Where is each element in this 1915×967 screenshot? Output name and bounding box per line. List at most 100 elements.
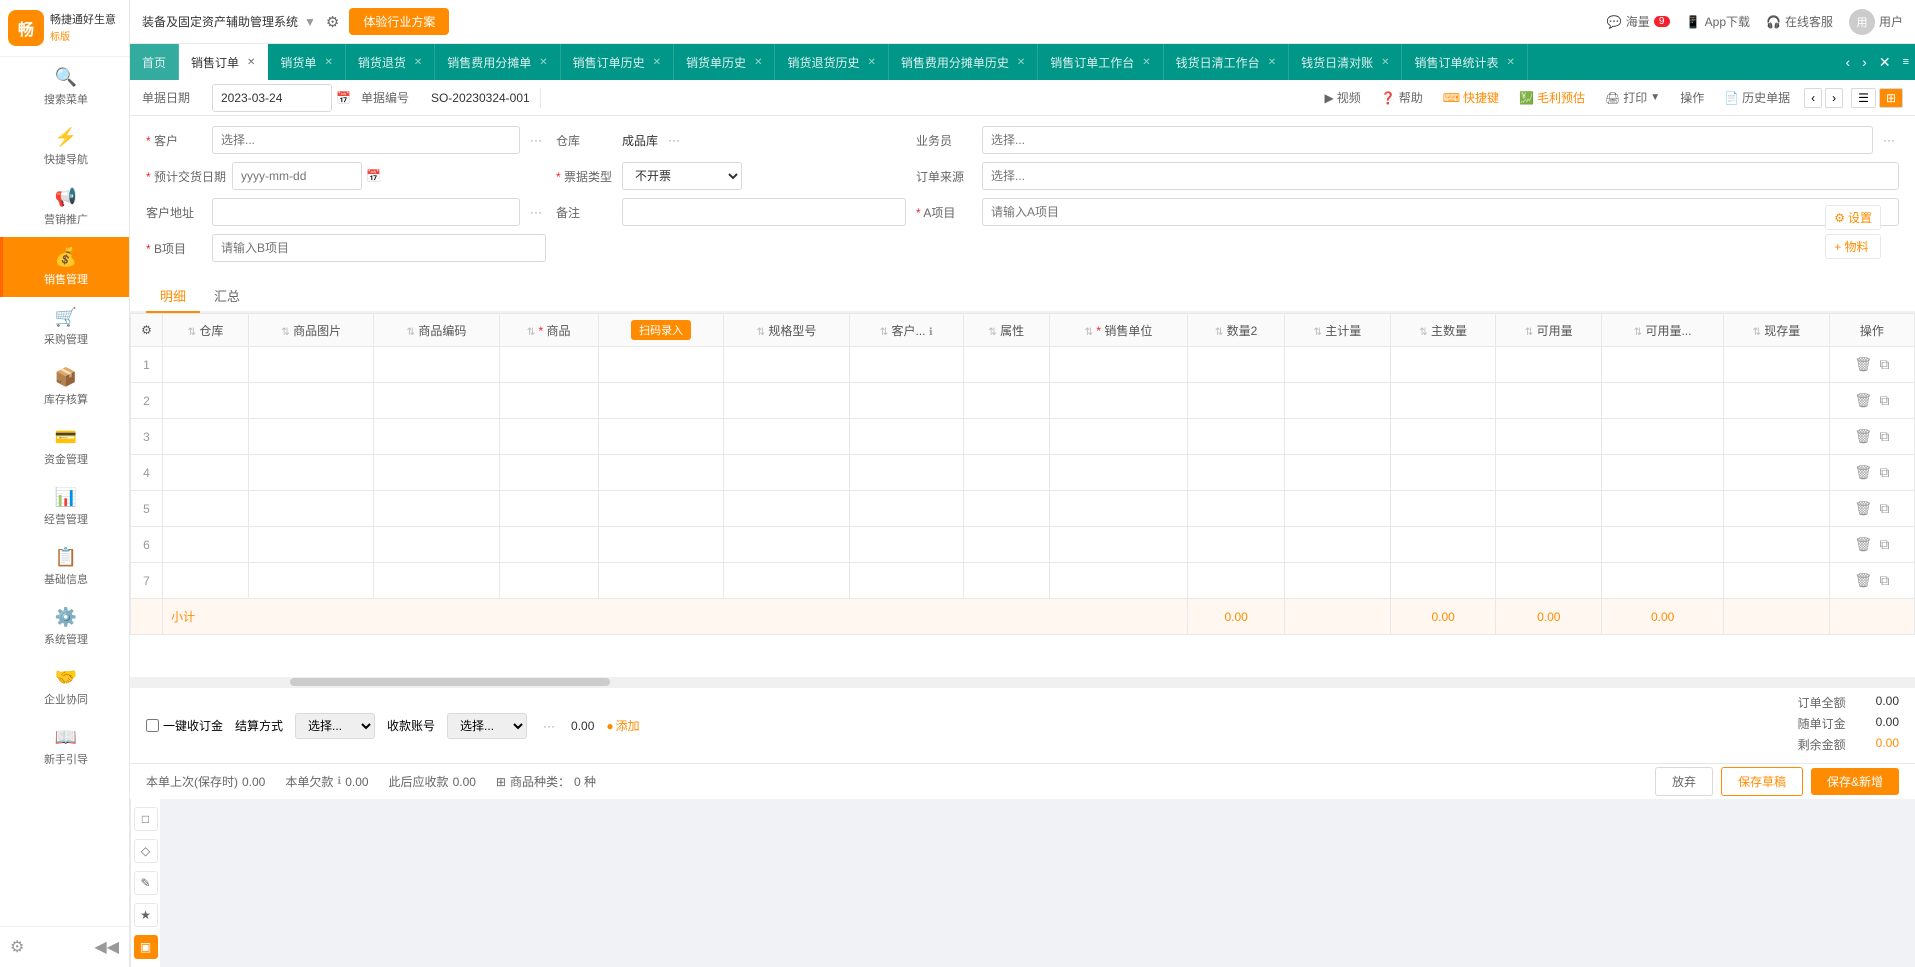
warehouse-expand-icon[interactable]: ··· bbox=[664, 133, 684, 147]
b-project-input[interactable] bbox=[212, 234, 546, 262]
row-1-attr[interactable] bbox=[963, 347, 1049, 383]
tab-order-workbench[interactable]: 销售订单工作台 ✕ bbox=[1038, 44, 1163, 80]
row-3-warehouse[interactable] bbox=[163, 419, 249, 455]
row-2-warehouse[interactable] bbox=[163, 383, 249, 419]
row-3-code[interactable] bbox=[374, 419, 499, 455]
row-5-image[interactable] bbox=[249, 491, 374, 527]
row-3-spec[interactable] bbox=[724, 419, 849, 455]
row-6-code[interactable] bbox=[374, 527, 499, 563]
add-payment-button[interactable]: ● 添加 bbox=[606, 717, 639, 734]
row-1-product[interactable] bbox=[499, 347, 598, 383]
row-7-warehouse[interactable] bbox=[163, 563, 249, 599]
customer-address-input[interactable] bbox=[212, 198, 520, 226]
address-expand-icon[interactable]: ··· bbox=[526, 205, 546, 219]
row-6-main-qty[interactable] bbox=[1390, 527, 1496, 563]
tab-close-icon-3[interactable]: ✕ bbox=[414, 57, 422, 68]
sidebar-item-sales[interactable]: 💰 销售管理 bbox=[0, 237, 129, 297]
row-7-available2[interactable] bbox=[1602, 563, 1724, 599]
table-container[interactable]: ⚙ ⇅ 仓库 ⇅ 商品图片 ⇅ 商品编码 bbox=[130, 313, 1915, 677]
row-3-product[interactable] bbox=[499, 419, 598, 455]
row-6-image[interactable] bbox=[249, 527, 374, 563]
operation-button[interactable]: 操作 bbox=[1674, 86, 1710, 109]
solution-button[interactable]: 体验行业方案 bbox=[349, 8, 449, 35]
sub-tab-detail[interactable]: 明细 bbox=[146, 280, 200, 313]
row-6-available2[interactable] bbox=[1602, 527, 1724, 563]
sidebar-item-system[interactable]: ⚙️ 系统管理 bbox=[0, 597, 129, 657]
sidebar-item-finance[interactable]: 💳 资金管理 bbox=[0, 417, 129, 477]
tab-close-icon[interactable]: ✕ bbox=[247, 57, 255, 68]
row-2-product[interactable] bbox=[499, 383, 598, 419]
row-3-customer-code[interactable] bbox=[849, 419, 963, 455]
row-3-attr[interactable] bbox=[963, 419, 1049, 455]
tab-next-button[interactable]: › bbox=[1856, 54, 1873, 70]
row-7-main-qty[interactable] bbox=[1390, 563, 1496, 599]
row-4-copy-icon[interactable]: ⧉ bbox=[1877, 462, 1891, 482]
app-download-button[interactable]: 📱 App下载 bbox=[1686, 13, 1750, 30]
row-4-available2[interactable] bbox=[1602, 455, 1724, 491]
tab-close-icon-11[interactable]: ✕ bbox=[1381, 57, 1389, 68]
row-6-product[interactable] bbox=[499, 527, 598, 563]
date-input[interactable] bbox=[212, 84, 332, 112]
add-material-button[interactable]: + 物料 bbox=[1825, 234, 1881, 259]
payment-method-select[interactable]: 选择... bbox=[295, 713, 375, 739]
tab-list-button[interactable]: ≡ bbox=[1897, 56, 1915, 68]
tab-return-history[interactable]: 销货退货历史 ✕ bbox=[775, 44, 888, 80]
messages-button[interactable]: 💬 海量 9 bbox=[1607, 13, 1670, 30]
user-menu-button[interactable]: 用 用户 bbox=[1849, 9, 1903, 35]
tab-close-icon-7[interactable]: ✕ bbox=[867, 57, 875, 68]
row-2-delete-icon[interactable]: 🗑 bbox=[1852, 390, 1874, 410]
row-6-unit[interactable] bbox=[1049, 527, 1187, 563]
row-5-product[interactable] bbox=[499, 491, 598, 527]
shortcut-button[interactable]: ⌨ 快捷键 bbox=[1437, 86, 1505, 109]
row-4-image[interactable] bbox=[249, 455, 374, 491]
row-6-customer-code[interactable] bbox=[849, 527, 963, 563]
tab-home[interactable]: 首页 bbox=[130, 44, 179, 80]
tab-sales-order-history[interactable]: 销售订单历史 ✕ bbox=[561, 44, 674, 80]
history-button[interactable]: 📄 历史单据 bbox=[1718, 86, 1796, 109]
row-5-unit[interactable] bbox=[1049, 491, 1187, 527]
row-5-delete-icon[interactable]: 🗑 bbox=[1852, 498, 1874, 518]
row-2-available[interactable] bbox=[1496, 383, 1602, 419]
customer-input[interactable] bbox=[212, 126, 520, 154]
row-5-main-unit[interactable] bbox=[1285, 491, 1391, 527]
online-support-button[interactable]: 🎧 在线客服 bbox=[1766, 13, 1833, 30]
row-5-stock[interactable] bbox=[1724, 491, 1830, 527]
tab-expense-history[interactable]: 销售费用分摊单历史 ✕ bbox=[889, 44, 1038, 80]
row-1-customer-code[interactable] bbox=[849, 347, 963, 383]
settings-button[interactable]: ⚙ 设置 bbox=[1825, 205, 1881, 230]
row-5-available[interactable] bbox=[1496, 491, 1602, 527]
row-2-code[interactable] bbox=[374, 383, 499, 419]
tab-sales-invoice[interactable]: 销货单 ✕ bbox=[268, 44, 345, 80]
row-6-delete-icon[interactable]: 🗑 bbox=[1852, 534, 1874, 554]
row-7-customer-code[interactable] bbox=[849, 563, 963, 599]
row-4-delete-icon[interactable]: 🗑 bbox=[1852, 462, 1874, 482]
row-6-attr[interactable] bbox=[963, 527, 1049, 563]
row-1-unit[interactable] bbox=[1049, 347, 1187, 383]
tab-daily-workbench[interactable]: 钱货日清工作台 ✕ bbox=[1164, 44, 1289, 80]
row-2-copy-icon[interactable]: ⧉ bbox=[1877, 390, 1891, 410]
row-1-spec[interactable] bbox=[724, 347, 849, 383]
row-6-qty2[interactable] bbox=[1188, 527, 1285, 563]
tab-sales-return[interactable]: 销货退货 ✕ bbox=[346, 44, 435, 80]
row-5-main-qty[interactable] bbox=[1390, 491, 1496, 527]
row-4-available[interactable] bbox=[1496, 455, 1602, 491]
tab-sales-expense[interactable]: 销售费用分摊单 ✕ bbox=[435, 44, 560, 80]
row-5-available2[interactable] bbox=[1602, 491, 1724, 527]
row-3-available2[interactable] bbox=[1602, 419, 1724, 455]
right-panel-btn-4[interactable]: ★ bbox=[134, 903, 158, 927]
calendar-icon[interactable]: 📅 bbox=[336, 91, 351, 105]
row-1-image[interactable] bbox=[249, 347, 374, 383]
tab-prev-button[interactable]: ‹ bbox=[1840, 54, 1857, 70]
row-2-customer-code[interactable] bbox=[849, 383, 963, 419]
sidebar-item-guide[interactable]: 📖 新手引导 bbox=[0, 717, 129, 777]
collapse-icon[interactable]: ◀◀ bbox=[94, 937, 119, 957]
row-3-main-unit[interactable] bbox=[1285, 419, 1391, 455]
tab-close-icon-10[interactable]: ✕ bbox=[1268, 57, 1276, 68]
order-source-input[interactable] bbox=[982, 162, 1899, 190]
gear-th-icon[interactable]: ⚙ bbox=[141, 323, 152, 337]
one-click-checkbox[interactable] bbox=[146, 719, 159, 732]
row-7-image[interactable] bbox=[249, 563, 374, 599]
right-panel-btn-5[interactable]: ▣ bbox=[134, 935, 158, 959]
tab-close-icon-9[interactable]: ✕ bbox=[1142, 57, 1150, 68]
salesperson-input[interactable] bbox=[982, 126, 1873, 154]
